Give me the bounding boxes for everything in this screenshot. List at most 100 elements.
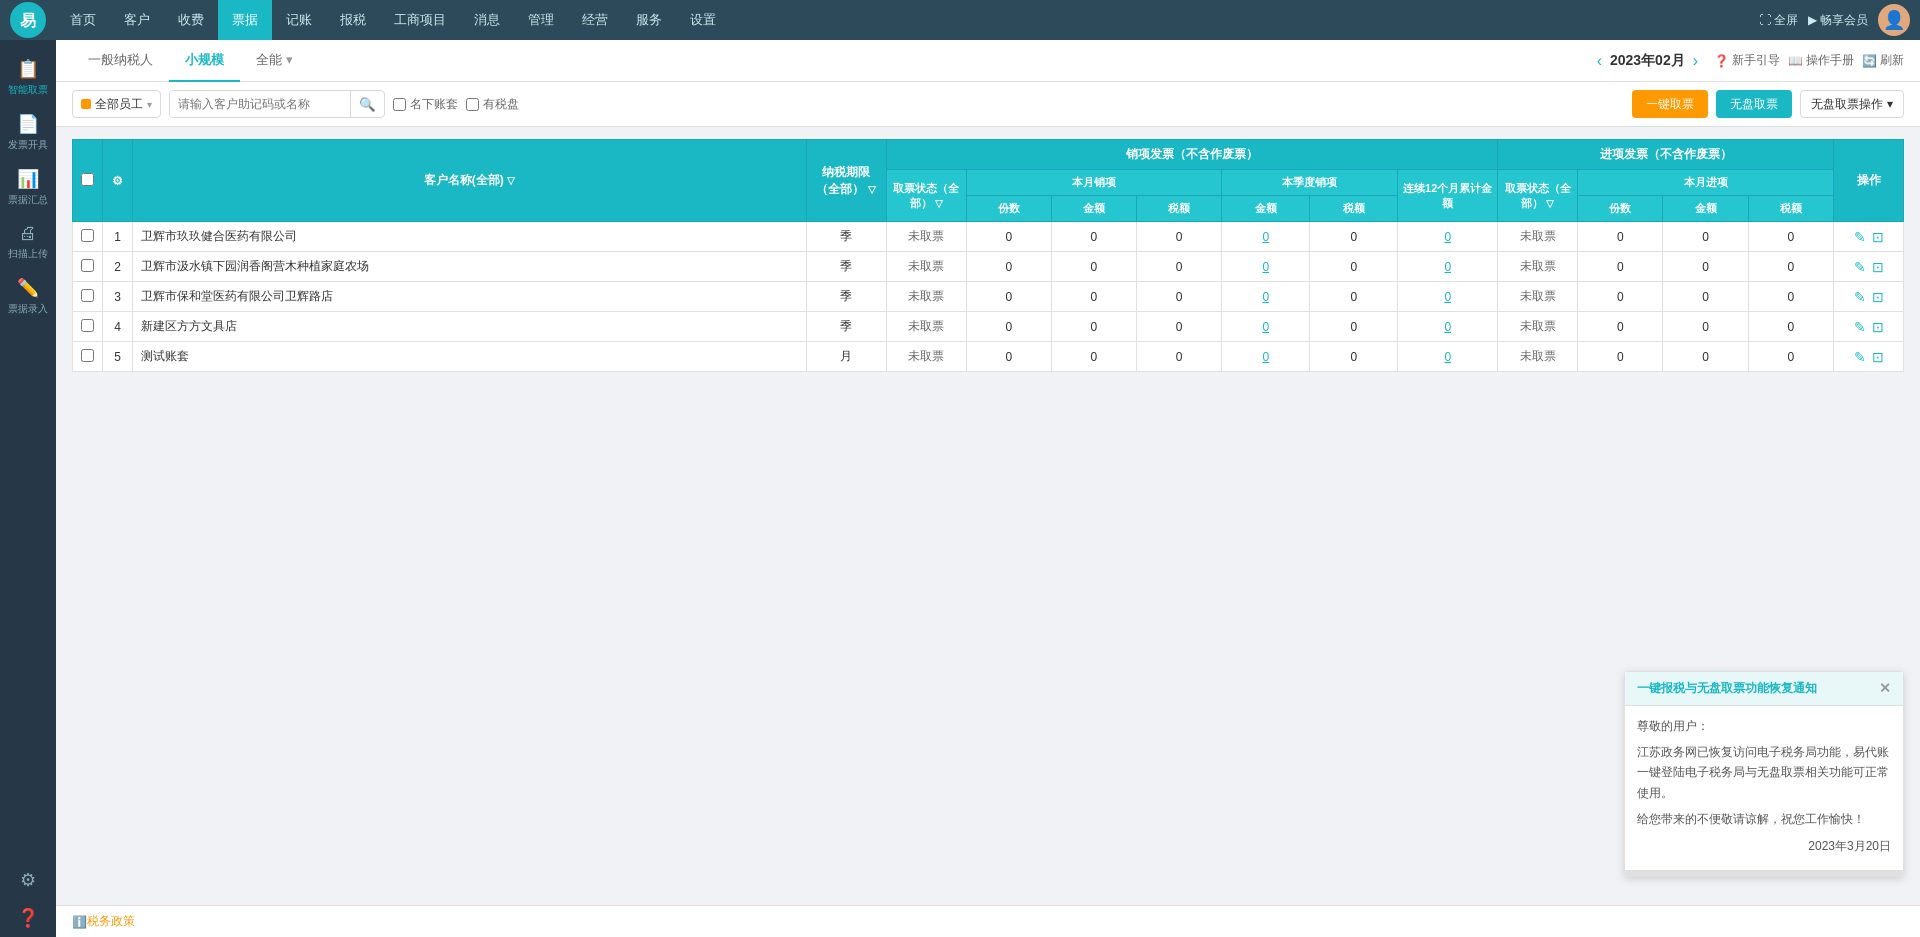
row-sales-month-tax: 0 [1137,342,1222,372]
sales-12m-link[interactable]: 0 [1444,290,1451,304]
row-purchase-month-tax: 0 [1748,342,1833,372]
row-sales-quarter-tax: 0 [1310,312,1398,342]
user-avatar[interactable]: 👤 [1878,4,1910,36]
view-icon[interactable]: ⊡ [1872,259,1884,275]
nav-operation[interactable]: 经营 [568,0,622,40]
view-icon[interactable]: ⊡ [1872,349,1884,365]
nav-bookkeeping[interactable]: 记账 [272,0,326,40]
bottom-bar: ℹ️ 税务政策 [56,905,1920,937]
help-icon: ❓ [17,907,39,929]
row-purchase-month-copies: 0 [1578,342,1663,372]
fullscreen-btn[interactable]: ⛶ 全屏 [1759,12,1798,29]
row-checkbox[interactable] [81,229,94,242]
period-prev-btn[interactable]: ‹ [1597,52,1602,70]
edit-icon[interactable]: ✎ [1854,289,1866,305]
row-checkbox[interactable] [81,289,94,302]
row-index: 1 [103,222,133,252]
sidebar-item-invoice-entry[interactable]: ✏️ 票据录入 [0,269,56,324]
sales-12m-link[interactable]: 0 [1444,350,1451,364]
row-index: 2 [103,252,133,282]
tab-all[interactable]: 全能 ▾ [240,40,309,82]
sidebar: 📋 智能取票 📄 发票开具 📊 票据汇总 🖨 扫描上传 ✏️ 票据录入 ⚙ ❓ [0,40,56,937]
row-purchase-status: 未取票 [1498,282,1578,312]
view-icon[interactable]: ⊡ [1872,229,1884,245]
nav-admin[interactable]: 管理 [514,0,568,40]
row-sales-month-amount: 0 [1051,312,1136,342]
tax-policy-link[interactable]: 税务政策 [87,913,135,930]
sales-quarter-amount-link[interactable]: 0 [1262,320,1269,334]
checkbox-has-taxdisk[interactable]: 有税盘 [466,96,519,113]
nav-tax[interactable]: 报税 [326,0,380,40]
row-sales-quarter-tax: 0 [1310,342,1398,372]
nav-settings[interactable]: 设置 [676,0,730,40]
row-checkbox[interactable] [81,259,94,272]
nav-invoice[interactable]: 票据 [218,0,272,40]
own-account-checkbox[interactable] [393,98,406,111]
sidebar-item-issue-invoice[interactable]: 📄 发票开具 [0,105,56,160]
th-purchase-status: 取票状态（全部） ▽ [1498,170,1578,222]
sidebar-item-scan-upload[interactable]: 🖨 扫描上传 [0,215,56,269]
nav-home[interactable]: 首页 [56,0,110,40]
refresh-icon: 🔄 [1862,54,1877,68]
nav-message[interactable]: 消息 [460,0,514,40]
row-actions: ✎ ⊡ [1834,282,1904,312]
sidebar-item-settings[interactable]: ⚙ [0,861,56,899]
period-next-btn[interactable]: › [1693,52,1698,70]
no-disk-ops-btn[interactable]: 无盘取票操作 ▾ [1800,90,1904,118]
has-taxdisk-checkbox[interactable] [466,98,479,111]
row-sales-12m: 0 [1398,342,1498,372]
nav-billing[interactable]: 收费 [164,0,218,40]
view-icon[interactable]: ⊡ [1872,289,1884,305]
checkbox-own-account[interactable]: 名下账套 [393,96,458,113]
sidebar-item-smart-invoice[interactable]: 📋 智能取票 [0,50,56,105]
search-input[interactable] [170,90,350,118]
edit-icon[interactable]: ✎ [1854,349,1866,365]
sales-quarter-amount-link[interactable]: 0 [1262,350,1269,364]
manual-btn[interactable]: 📖 操作手册 [1788,52,1854,69]
nav-business[interactable]: 工商项目 [380,0,460,40]
sales-12m-link[interactable]: 0 [1444,320,1451,334]
row-checkbox[interactable] [81,319,94,332]
employee-select[interactable]: 全部员工 ▾ [72,90,161,118]
row-sales-month-tax: 0 [1137,282,1222,312]
nav-customer[interactable]: 客户 [110,0,164,40]
employee-select-label: 全部员工 [95,96,143,113]
edit-icon[interactable]: ✎ [1854,229,1866,245]
row-sales-quarter-amount: 0 [1222,252,1310,282]
row-index: 4 [103,312,133,342]
tab-small-scale[interactable]: 小规模 [169,40,240,82]
search-button[interactable]: 🔍 [350,90,384,118]
guide-btn[interactable]: ❓ 新手引导 [1714,52,1780,69]
sales-12m-link[interactable]: 0 [1444,260,1451,274]
notification-close-btn[interactable]: ✕ [1879,680,1891,697]
notification-scrollbar[interactable] [1625,870,1903,876]
one-click-fetch-btn[interactable]: 一键取票 [1632,90,1708,118]
sidebar-bottom: ⚙ ❓ [0,861,56,937]
sales-quarter-amount-link[interactable]: 0 [1262,260,1269,274]
member-btn[interactable]: ▶ 畅享会员 [1808,12,1868,29]
edit-icon[interactable]: ✎ [1854,319,1866,335]
sales-quarter-amount-link[interactable]: 0 [1262,290,1269,304]
edit-icon[interactable]: ✎ [1854,259,1866,275]
settings-col-icon: ⚙ [112,174,123,188]
no-disk-fetch-btn[interactable]: 无盘取票 [1716,90,1792,118]
table-row: 4 新建区方方文具店 季 未取票 0 0 0 0 0 0 未取票 0 0 0 ✎… [73,312,1904,342]
sales-quarter-amount-link[interactable]: 0 [1262,230,1269,244]
sales-12m-link[interactable]: 0 [1444,230,1451,244]
row-checkbox[interactable] [81,349,94,362]
row-period: 月 [806,342,886,372]
row-purchase-month-amount: 0 [1663,282,1748,312]
sidebar-item-help[interactable]: ❓ [0,899,56,937]
nav-service[interactable]: 服务 [622,0,676,40]
app-logo[interactable]: 易 [10,2,46,38]
row-purchase-month-copies: 0 [1578,222,1663,252]
view-icon[interactable]: ⊡ [1872,319,1884,335]
tab-general-taxpayer[interactable]: 一般纳税人 [72,40,169,82]
th-purchase-month: 本月进项 [1578,170,1834,196]
search-bar: 🔍 [169,90,385,118]
row-sales-month-tax: 0 [1137,312,1222,342]
refresh-btn[interactable]: 🔄 刷新 [1862,52,1904,69]
th-sales-quarter-tax: 税额 [1310,196,1398,222]
select-all-checkbox[interactable] [81,173,94,186]
sidebar-item-invoice-summary[interactable]: 📊 票据汇总 [0,160,56,215]
